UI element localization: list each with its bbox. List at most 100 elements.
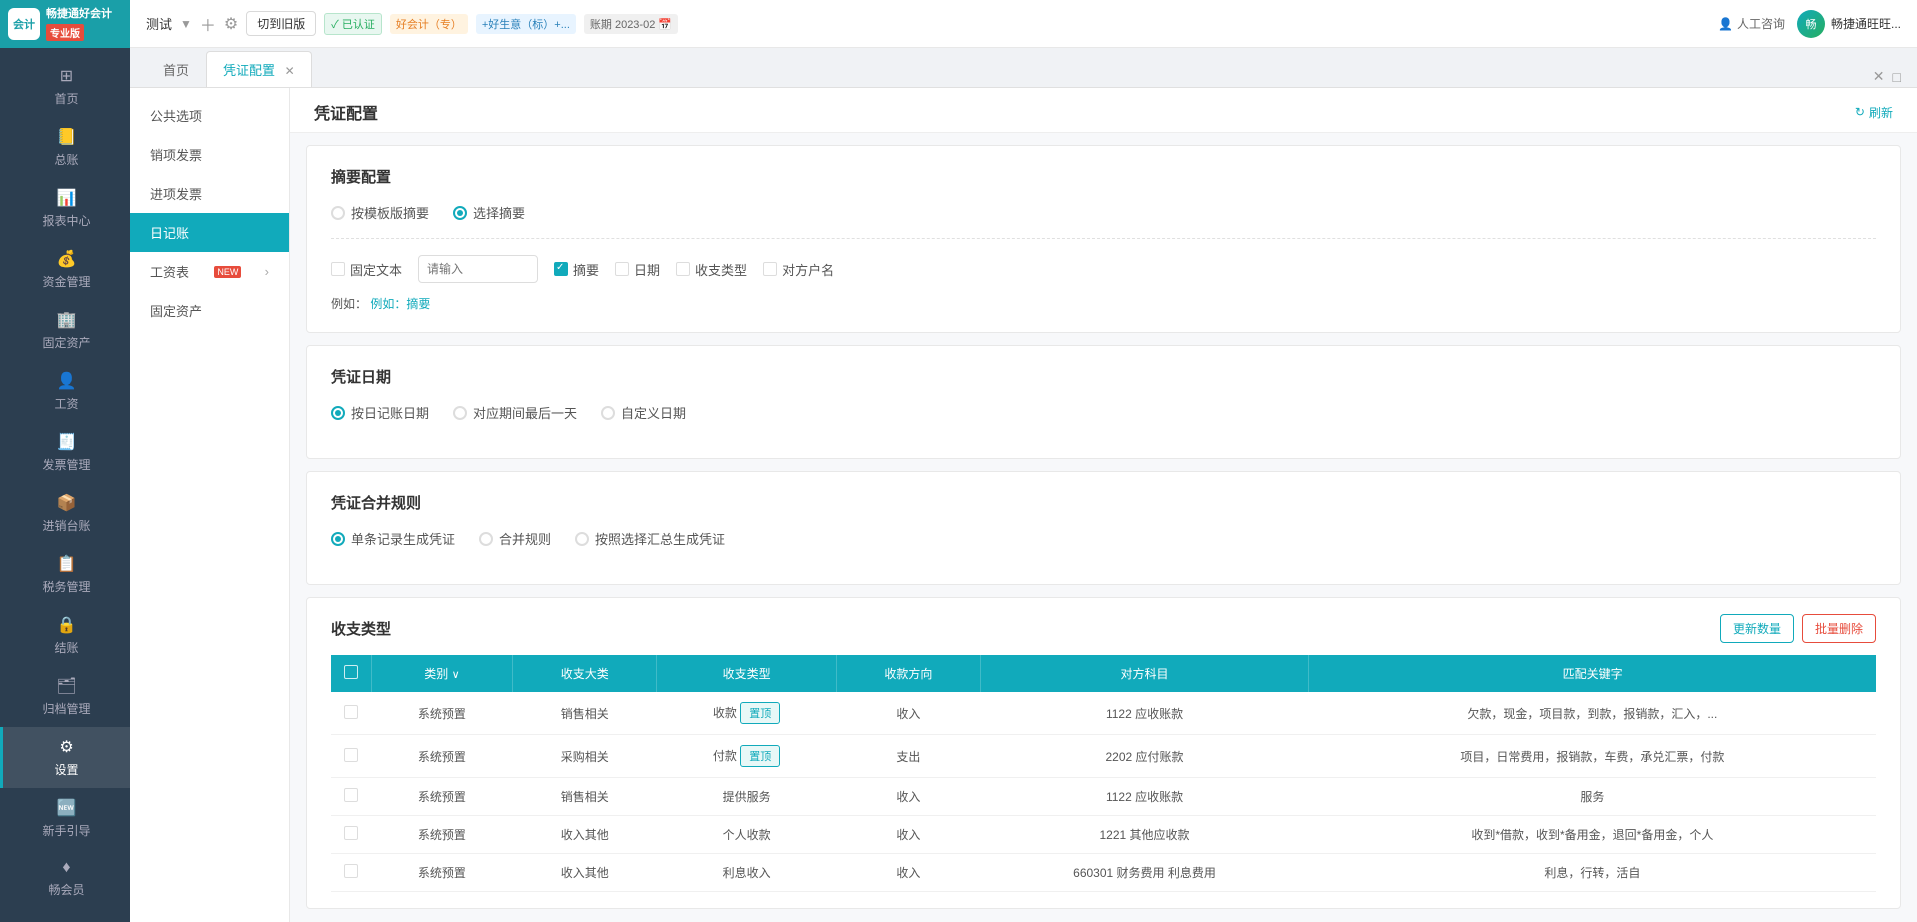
row-direction: 收入 xyxy=(837,778,981,816)
batch-delete-button[interactable]: 批量删除 xyxy=(1802,614,1876,643)
tab-close-icon[interactable]: ✕ xyxy=(285,64,295,78)
left-panel-fixed-assets-sub[interactable]: 固定资产 xyxy=(130,291,289,330)
summary-checkbox-group: 固定文本 摘要 日期 收支类型 xyxy=(331,255,1876,283)
radio-single-record[interactable]: 单条记录生成凭证 xyxy=(331,529,455,548)
select-all-checkbox[interactable] xyxy=(344,665,358,679)
refresh-button[interactable]: ↻ 刷新 xyxy=(1855,104,1893,121)
summary-config-title: 摘要配置 xyxy=(331,166,1876,187)
checkbox-box-fixed-text xyxy=(331,262,345,276)
guide-icon: 🆕 xyxy=(57,798,77,818)
dropdown-arrow-icon[interactable]: ▼ xyxy=(180,17,192,31)
checkbox-income-type[interactable]: 收支类型 xyxy=(676,260,747,279)
radio-by-template[interactable]: 按模板版摘要 xyxy=(331,203,429,222)
topbar-settings-icon[interactable]: ⚙ xyxy=(224,14,238,34)
sidebar-item-reports[interactable]: 📊 报表中心 xyxy=(0,178,130,239)
category-sort-icon[interactable]: ∨ xyxy=(452,669,460,681)
support-button[interactable]: 👤 人工咨询 xyxy=(1718,15,1785,32)
row-major: 采购相关 xyxy=(513,735,657,778)
topbar-right: 👤 人工咨询 畅 畅捷通旺旺... xyxy=(1718,10,1901,38)
arrow-right-icon: › xyxy=(265,264,269,279)
row-account: 1122 应收账款 xyxy=(980,778,1308,816)
checkbox-fixed-text[interactable]: 固定文本 xyxy=(331,260,402,279)
tab-voucher-config[interactable]: 凭证配置 ✕ xyxy=(206,51,312,87)
row-checkbox-0[interactable] xyxy=(344,705,358,719)
row-checkbox-1[interactable] xyxy=(344,748,358,762)
row-checkbox-2[interactable] xyxy=(344,788,358,802)
col-category: 类别 ∨ xyxy=(371,655,513,692)
sidebar-item-settings[interactable]: ⚙ 设置 xyxy=(0,727,130,788)
sidebar-item-purchase-sales[interactable]: 📦 进销台账 xyxy=(0,483,130,544)
fixed-assets-icon: 🏢 xyxy=(57,310,77,330)
refresh-icon: ↻ xyxy=(1855,105,1865,119)
sidebar-item-archive[interactable]: 🗂 归档管理 xyxy=(0,666,130,727)
sidebar-item-payroll[interactable]: 👤 工资 xyxy=(0,361,130,422)
switch-version-button[interactable]: 切到旧版 xyxy=(246,11,316,36)
merge-rules-section: 凭证合并规则 单条记录生成凭证 合并规则 按照选择汇总生成凭证 xyxy=(306,471,1901,585)
radio-custom-date[interactable]: 自定义日期 xyxy=(601,403,686,422)
merge-rules-radio-group: 单条记录生成凭证 合并规则 按照选择汇总生成凭证 xyxy=(331,529,1876,548)
row-category: 系统预置 xyxy=(371,854,513,892)
radio-journal-date[interactable]: 按日记账日期 xyxy=(331,403,429,422)
sidebar-item-fixed-assets[interactable]: 🏢 固定资产 xyxy=(0,300,130,361)
table-row: 系统预置 销售相关 收款 置顶 收入 1122 应收账款 欠款，现金，项目款，到… xyxy=(331,692,1876,735)
income-type-title: 收支类型 xyxy=(331,618,391,639)
sidebar-item-funds[interactable]: 💰 资金管理 xyxy=(0,239,130,300)
window-close-icon[interactable]: ✕ xyxy=(1873,68,1885,85)
checkbox-summary[interactable]: 摘要 xyxy=(554,260,599,279)
row-account: 1221 其他应收款 xyxy=(980,816,1308,854)
table-row: 系统预置 收入其他 个人收款 收入 1221 其他应收款 收到*借款，收到*备用… xyxy=(331,816,1876,854)
window-maximize-icon[interactable]: □ xyxy=(1893,69,1901,85)
user-profile[interactable]: 畅 畅捷通旺旺... xyxy=(1797,10,1901,38)
row-direction: 收入 xyxy=(837,692,981,735)
row-checkbox-4[interactable] xyxy=(344,864,358,878)
income-type-table: 类别 ∨ 收支大类 收支类型 收款方向 对方科目 匹配关键字 系统预置 销售相关… xyxy=(331,655,1876,892)
checkbox-counterpart-name[interactable]: 对方户名 xyxy=(763,260,834,279)
row-type: 个人收款 xyxy=(657,816,837,854)
sidebar-item-ledger[interactable]: 📒 总账 xyxy=(0,117,130,178)
merge-rules-title: 凭证合并规则 xyxy=(331,492,1876,513)
tab-home[interactable]: 首页 xyxy=(146,51,206,87)
col-checkbox[interactable] xyxy=(331,655,371,692)
settings-icon: ⚙ xyxy=(59,737,73,757)
ledger-icon: 📒 xyxy=(57,127,77,147)
sidebar-item-tax[interactable]: 📋 税务管理 xyxy=(0,544,130,605)
left-panel-journal[interactable]: 日记账 xyxy=(130,213,289,252)
left-panel-sales-invoice[interactable]: 销项发票 xyxy=(130,135,289,174)
home-icon: ⊞ xyxy=(60,66,73,86)
sidebar-item-member[interactable]: ♦ 畅会员 xyxy=(0,849,130,908)
update-button[interactable]: 更新数量 xyxy=(1720,614,1794,643)
add-icon[interactable]: ＋ xyxy=(200,12,216,36)
radio-by-selection[interactable]: 按照选择汇总生成凭证 xyxy=(575,529,725,548)
sidebar-item-closing[interactable]: 🔒 结账 xyxy=(0,605,130,666)
row-checkbox-cell xyxy=(331,854,371,892)
row-keywords: 项目，日常费用，报销款，车费，承兑汇票，付款 xyxy=(1309,735,1876,778)
member-icon: ♦ xyxy=(62,859,70,877)
summary-config-section: 摘要配置 按模板版摘要 选择摘要 固定文本 xyxy=(306,145,1901,333)
row-checkbox-3[interactable] xyxy=(344,826,358,840)
radio-select-summary[interactable]: 选择摘要 xyxy=(453,203,525,222)
fixed-text-input[interactable] xyxy=(418,255,538,283)
sidebar-item-home[interactable]: ⊞ 首页 xyxy=(0,56,130,117)
left-panel-public-options[interactable]: 公共选项 xyxy=(130,96,289,135)
radio-merge-rules[interactable]: 合并规则 xyxy=(479,529,551,548)
radio-period-last[interactable]: 对应期间最后一天 xyxy=(453,403,577,422)
row-category: 系统预置 xyxy=(371,778,513,816)
sidebar-item-invoice-mgmt[interactable]: 🧾 发票管理 xyxy=(0,422,130,483)
checkbox-date[interactable]: 日期 xyxy=(615,260,660,279)
left-panel-payroll-table[interactable]: 工资表 NEW › xyxy=(130,252,289,291)
new-badge: NEW xyxy=(214,266,241,278)
left-panel-purchase-invoice[interactable]: 进项发票 xyxy=(130,174,289,213)
row-type: 提供服务 xyxy=(657,778,837,816)
main-area: 测试 ▼ ＋ ⚙ 切到旧版 ✓ 已认证 好会计（专） +好生意（标）+... 账… xyxy=(130,0,1917,922)
topbar: 测试 ▼ ＋ ⚙ 切到旧版 ✓ 已认证 好会计（专） +好生意（标）+... 账… xyxy=(130,0,1917,48)
override-button-1[interactable]: 置顶 xyxy=(740,745,780,767)
row-category: 系统预置 xyxy=(371,735,513,778)
override-button-0[interactable]: 置顶 xyxy=(740,702,780,724)
main-content: 凭证配置 ↻ 刷新 摘要配置 按模板版摘要 选择摘要 xyxy=(290,88,1917,922)
row-checkbox-cell xyxy=(331,816,371,854)
sidebar-item-guide[interactable]: 🆕 新手引导 xyxy=(0,788,130,849)
voucher-date-section: 凭证日期 按日记账日期 对应期间最后一天 自定义日期 xyxy=(306,345,1901,459)
row-direction: 支出 xyxy=(837,735,981,778)
avatar: 畅 xyxy=(1797,10,1825,38)
voucher-date-title: 凭证日期 xyxy=(331,366,1876,387)
